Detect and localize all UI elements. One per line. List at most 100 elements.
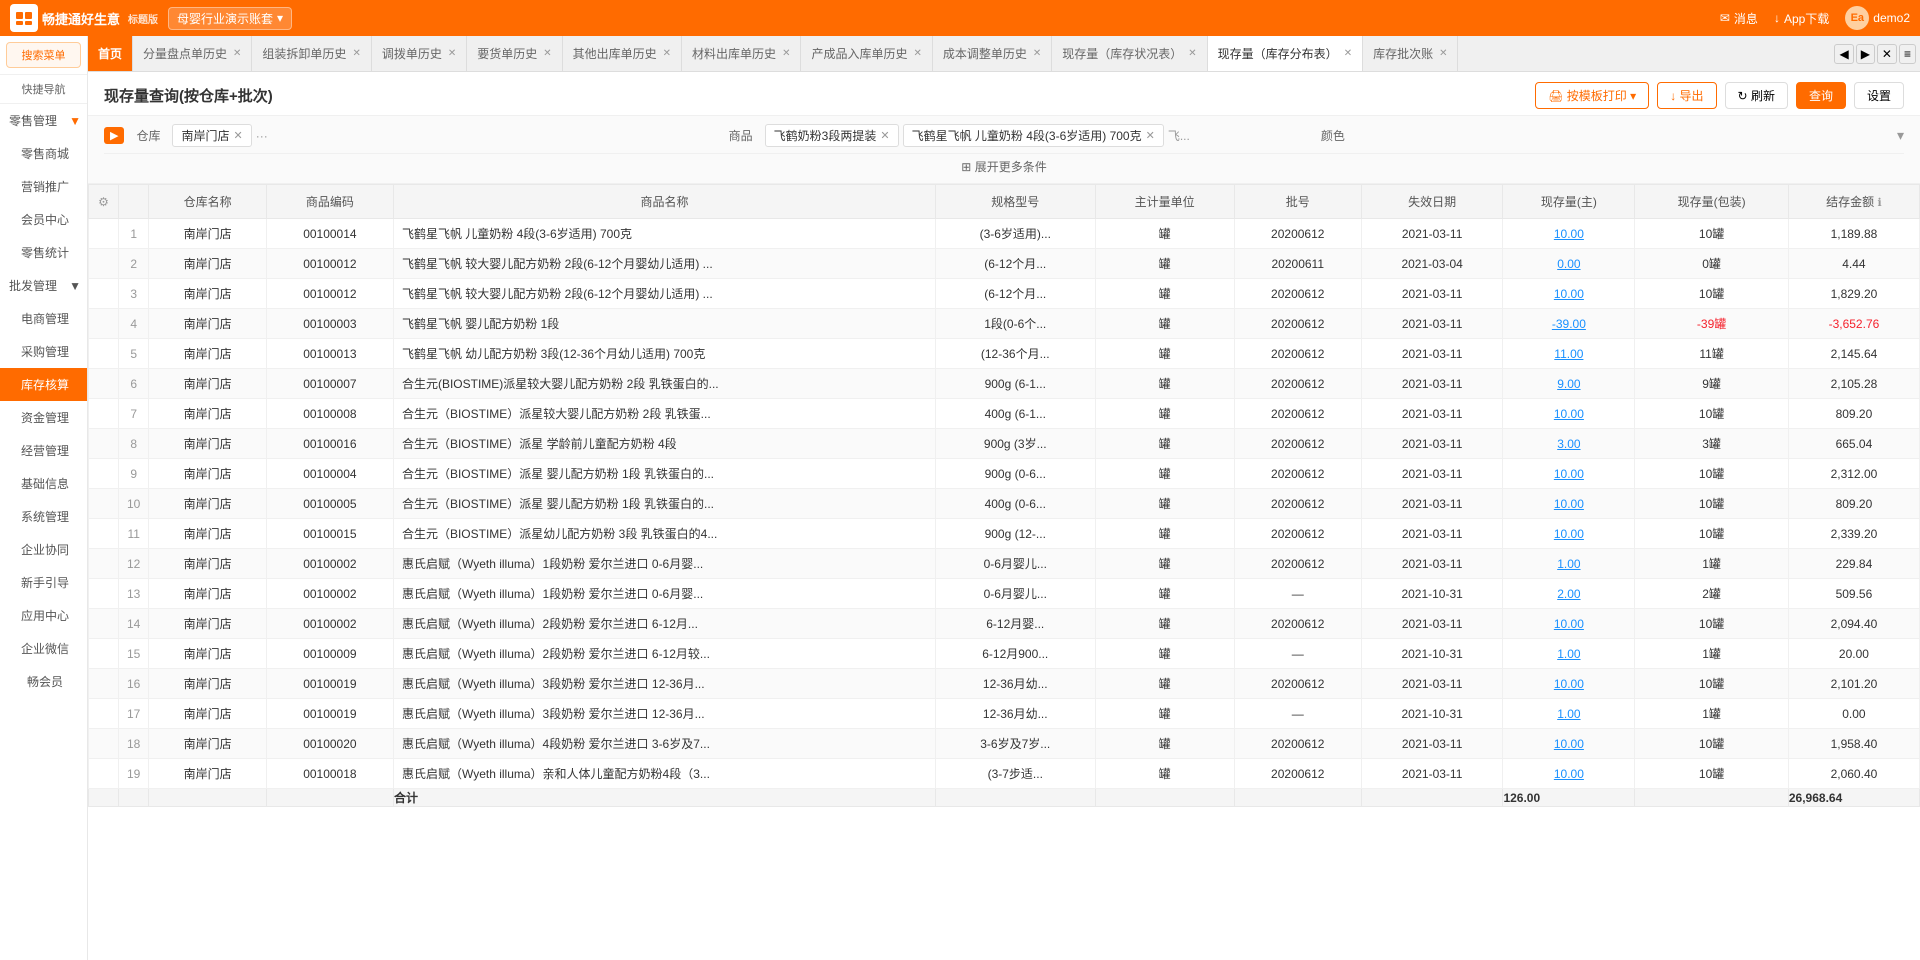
tab-close-other-out[interactable]: ✕ <box>663 48 671 59</box>
sidebar-item-finance-mgmt[interactable]: 资金管理 <box>0 401 87 434</box>
row-stock-main[interactable]: 10.00 <box>1503 279 1635 309</box>
tab-home[interactable]: 首页 <box>88 36 133 71</box>
sidebar-item-batch-mgmt[interactable]: 批发管理 ▼ <box>0 269 87 302</box>
tab-close-cost-adjust[interactable]: ✕ <box>1033 48 1041 59</box>
tab-partial-stock[interactable]: 分量盘点单历史 ✕ <box>133 36 252 71</box>
row-stock-main[interactable]: 3.00 <box>1503 429 1635 459</box>
tab-close-stock-status[interactable]: ✕ <box>1188 48 1196 59</box>
row-expire: 2021-03-11 <box>1361 519 1503 549</box>
filter-collapse-icon[interactable]: ▾ <box>1897 127 1904 144</box>
row-stock-main[interactable]: 10.00 <box>1503 399 1635 429</box>
sidebar-item-inventory[interactable]: 库存核算 <box>0 368 87 401</box>
tab-close-batch-account[interactable]: ✕ <box>1439 48 1447 59</box>
row-spec: (6-12个月... <box>935 249 1095 279</box>
row-stock-main[interactable]: 10.00 <box>1503 759 1635 789</box>
tab-prev-btn[interactable]: ◀ <box>1834 44 1853 64</box>
tab-disassembly[interactable]: 组装拆卸单历史 ✕ <box>252 36 371 71</box>
goods-more[interactable]: 飞... <box>1168 127 1190 144</box>
quick-nav-btn[interactable]: 快捷导航 <box>0 75 87 104</box>
user-avatar[interactable]: Ea demo2 <box>1845 6 1910 30</box>
row-stock-main[interactable]: 11.00 <box>1503 339 1635 369</box>
row-stock-main[interactable]: 1.00 <box>1503 639 1635 669</box>
tab-close-transfer[interactable]: ✕ <box>448 48 456 59</box>
row-stock-main[interactable]: 1.00 <box>1503 549 1635 579</box>
settings-btn[interactable]: 设置 <box>1854 82 1904 109</box>
tab-menu-btn[interactable]: ≡ <box>1899 44 1916 64</box>
warehouse-more[interactable]: ··· <box>256 129 268 143</box>
row-stock-main[interactable]: 10.00 <box>1503 609 1635 639</box>
tab-close-material-out[interactable]: ✕ <box>782 48 790 59</box>
tab-material-out[interactable]: 材料出库单历史 ✕ <box>682 36 801 71</box>
tab-close-partial-stock[interactable]: ✕ <box>233 48 241 59</box>
tab-bar-controls: ◀ ▶ ✕ ≡ <box>1830 36 1920 71</box>
tab-close-all-btn[interactable]: ✕ <box>1877 44 1897 64</box>
row-stock-main[interactable]: 0.00 <box>1503 249 1635 279</box>
table-row: 2 南岸门店 00100012 飞鹤星飞帆 较大婴儿配方奶粉 2段(6-12个月… <box>89 249 1920 279</box>
sidebar-item-base-info[interactable]: 基础信息 <box>0 467 87 500</box>
row-stock-pkg: 1罐 <box>1635 639 1789 669</box>
sidebar-item-biz-mgmt[interactable]: 经营管理 <box>0 434 87 467</box>
sidebar-item-retail-mgmt[interactable]: 零售管理 ▼ <box>0 104 87 137</box>
sidebar-item-corp-collab[interactable]: 企业协同 <box>0 533 87 566</box>
message-btn[interactable]: ✉ 消息 <box>1720 10 1758 27</box>
export-btn[interactable]: ↓ 导出 <box>1657 82 1716 109</box>
sidebar-item-purchase-mgmt[interactable]: 采购管理 <box>0 335 87 368</box>
refresh-btn[interactable]: ↻ 刷新 <box>1725 82 1788 109</box>
row-stock-main[interactable]: 10.00 <box>1503 669 1635 699</box>
tab-transfer[interactable]: 调拨单历史 ✕ <box>372 36 467 71</box>
tab-next-btn[interactable]: ▶ <box>1856 44 1875 64</box>
row-batch: 20200612 <box>1234 729 1361 759</box>
sidebar-item-ecomm-mgmt[interactable]: 电商管理 <box>0 302 87 335</box>
sidebar-item-new-guide[interactable]: 新手引导 <box>0 566 87 599</box>
sidebar-item-app-center[interactable]: 应用中心 <box>0 599 87 632</box>
goods-tag-2-close[interactable]: ✕ <box>1146 129 1155 142</box>
print-btn[interactable]: 🖨 按模板打印 ▾ <box>1535 82 1649 109</box>
row-stock-main[interactable]: 10.00 <box>1503 489 1635 519</box>
tab-close-product-in[interactable]: ✕ <box>913 48 921 59</box>
row-spec: 6-12月婴... <box>935 609 1095 639</box>
sidebar-item-retail-mall[interactable]: 零售商城 <box>0 137 87 170</box>
row-stock-main[interactable]: 2.00 <box>1503 579 1635 609</box>
warehouse-tag-close[interactable]: ✕ <box>234 129 243 142</box>
tab-stock-status[interactable]: 现存量（库存状况表） ✕ <box>1052 36 1207 71</box>
row-stock-main[interactable]: 10.00 <box>1503 219 1635 249</box>
balance-info-icon[interactable]: ℹ <box>1878 197 1882 209</box>
row-stock-main[interactable]: 9.00 <box>1503 369 1635 399</box>
row-stock-main[interactable]: 10.00 <box>1503 459 1635 489</box>
sidebar-item-corp-wechat[interactable]: 企业微信 <box>0 632 87 665</box>
tab-cost-adjust[interactable]: 成本调整单历史 ✕ <box>933 36 1052 71</box>
app-download-btn[interactable]: ↓ App下载 <box>1774 10 1829 27</box>
row-balance: 809.20 <box>1788 399 1919 429</box>
row-num: 16 <box>119 669 149 699</box>
sidebar-item-member-center[interactable]: 会员中心 <box>0 203 87 236</box>
search-menu-btn[interactable]: 搜索菜单 <box>6 42 81 68</box>
tab-product-in[interactable]: 产成品入库单历史 ✕ <box>801 36 932 71</box>
col-gear-icon[interactable]: ⚙ <box>98 195 109 209</box>
row-stock-main[interactable]: -39.00 <box>1503 309 1635 339</box>
goods-tag-1-close[interactable]: ✕ <box>880 129 889 142</box>
company-selector[interactable]: 母婴行业演示账套 ▾ <box>168 7 292 30</box>
row-balance: 20.00 <box>1788 639 1919 669</box>
filter-expand-btn-left[interactable]: ▶ <box>104 127 124 144</box>
tab-batch-account[interactable]: 库存批次账 ✕ <box>1363 36 1458 71</box>
row-unit: 罐 <box>1095 549 1234 579</box>
tab-close-require-goods[interactable]: ✕ <box>543 48 551 59</box>
row-settings <box>89 699 119 729</box>
tab-other-out[interactable]: 其他出库单历史 ✕ <box>563 36 682 71</box>
query-btn[interactable]: 查询 <box>1796 82 1846 109</box>
sidebar-item-member[interactable]: 畅会员 <box>0 665 87 698</box>
tab-require-goods[interactable]: 要货单历史 ✕ <box>467 36 562 71</box>
tab-close-disassembly[interactable]: ✕ <box>352 48 360 59</box>
expand-more-btn[interactable]: ⊞ 展开更多条件 <box>961 158 1046 175</box>
page-actions: 🖨 按模板打印 ▾ ↓ 导出 ↻ 刷新 查询 设置 <box>1535 82 1904 109</box>
row-stock-main[interactable]: 10.00 <box>1503 519 1635 549</box>
sidebar-item-retail-stat[interactable]: 零售统计 <box>0 236 87 269</box>
tab-close-stock-dist[interactable]: ✕ <box>1344 48 1352 59</box>
row-stock-main[interactable]: 10.00 <box>1503 729 1635 759</box>
row-code: 00100014 <box>266 219 393 249</box>
sidebar-item-mkt-promo[interactable]: 营销推广 <box>0 170 87 203</box>
tab-stock-dist[interactable]: 现存量（库存分布表） ✕ <box>1208 36 1363 71</box>
row-stock-main[interactable]: 1.00 <box>1503 699 1635 729</box>
row-spec: 6-12月900... <box>935 639 1095 669</box>
sidebar-item-sys-mgmt[interactable]: 系统管理 <box>0 500 87 533</box>
